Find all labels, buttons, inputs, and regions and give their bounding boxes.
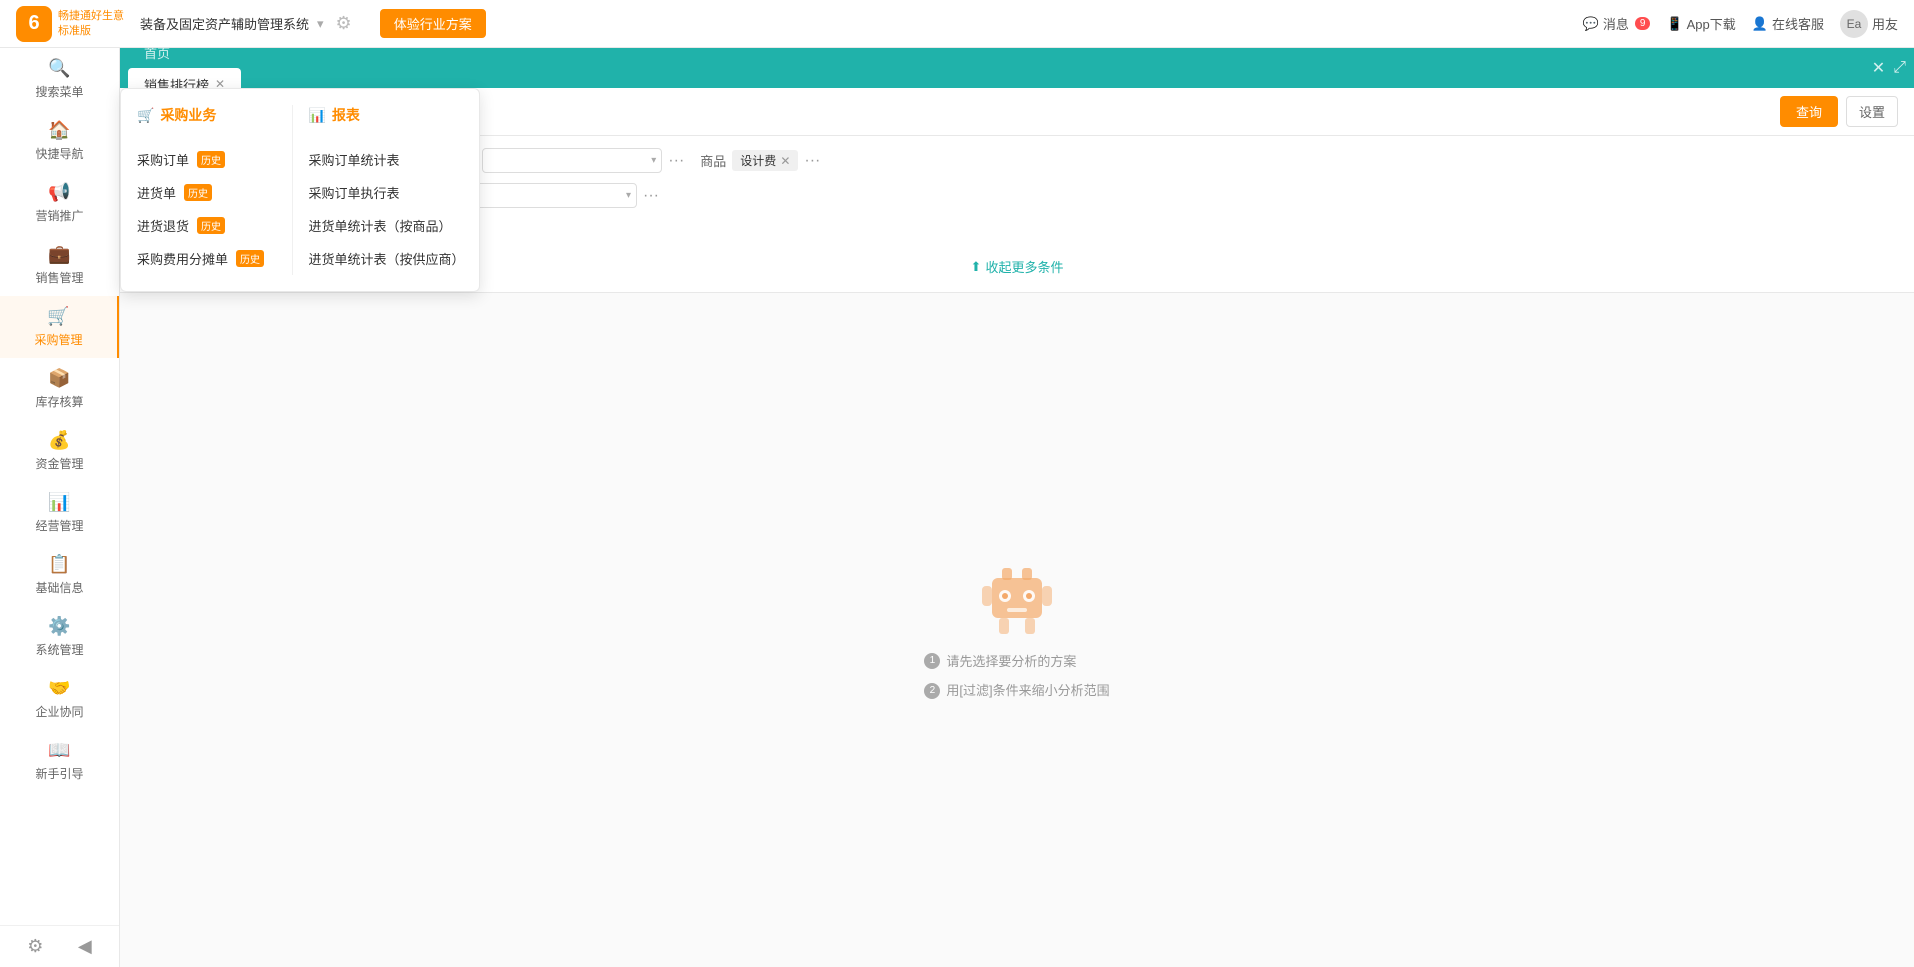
query-button[interactable]: 查询 [1780,96,1838,127]
system-title: 装备及固定资产辅助管理系统 ▾ ⚙ [140,13,356,34]
fullscreen-icon[interactable]: ⤢ [1893,59,1906,77]
settings-button[interactable]: 设置 [1846,96,1898,127]
logo-text: 畅捷通好生意 标准版 [58,9,124,38]
doc-status-dots[interactable]: ··· [668,152,684,170]
dropdown-col1-item-0[interactable]: 采购订单历史 [137,143,292,176]
dropdown-col2-item-0[interactable]: 采购订单统计表 [309,143,464,176]
sidebar-item-11[interactable]: 📖新手引导 [0,730,119,792]
dropdown-col2-item-1[interactable]: 采购订单执行表 [309,176,464,209]
dropdown-col1-items: 采购订单历史进货单历史进货退货历史采购费用分摊单历史 [137,143,292,275]
dropdown-col1-item-1[interactable]: 进货单历史 [137,176,292,209]
tab-0[interactable]: 首页 [128,48,241,68]
messages-button[interactable]: 💬 消息 9 [1583,14,1651,33]
collapse-sidebar-icon[interactable]: ◀ [78,936,92,957]
dropdown-menu: 🛒 采购业务 采购订单历史进货单历史进货退货历史采购费用分摊单历史 📊 报表 采… [120,88,480,292]
top-bar: 6 畅捷通好生意 标准版 装备及固定资产辅助管理系统 ▾ ⚙ 体验行业方案 💬 … [0,0,1914,48]
online-service-button[interactable]: 👤 在线客服 [1752,14,1824,33]
doc-status-select[interactable] [482,148,662,173]
sidebar-items: 🔍搜索菜单🏠快捷导航📢营销推广💼销售管理🛒采购管理📦库存核算💰资金管理📊经营管理… [0,48,119,792]
logo-icon: 6 [16,6,52,42]
goods-filter: 商品 设计费 ✕ ··· [700,150,820,171]
avatar: Ea [1840,10,1868,38]
sidebar-item-8[interactable]: 📋基础信息 [0,544,119,606]
dropdown-col2-title: 📊 报表 [309,105,464,131]
sidebar-bottom: ⚙ ◀ [0,925,119,967]
goods-tag: 设计费 ✕ [732,150,798,171]
sidebar-item-4[interactable]: 🛒采购管理 [0,296,119,358]
toolbar-right: 查询 设置 [1780,96,1898,127]
sidebar-item-0[interactable]: 🔍搜索菜单 [0,48,119,110]
user-menu[interactable]: Ea 用友 [1840,10,1898,38]
sidebar-item-3[interactable]: 💼销售管理 [0,234,119,296]
goods-tag-close[interactable]: ✕ [780,154,790,168]
sidebar-item-1[interactable]: 🏠快捷导航 [0,110,119,172]
trial-button[interactable]: 体验行业方案 [380,9,486,38]
content-main: 1 请先选择要分析的方案 2 用[过滤]条件来缩小分析范围 [120,293,1914,967]
tab-bar-right: ✕ ⤢ [1872,58,1906,78]
goods-dots[interactable]: ··· [804,152,820,170]
sidebar-item-9[interactable]: ⚙️系统管理 [0,606,119,668]
dropdown-col1-item-2[interactable]: 进货退货历史 [137,209,292,242]
sidebar-item-7[interactable]: 📊经营管理 [0,482,119,544]
collapse-button[interactable]: ⬆ 收起更多条件 [971,253,1064,280]
empty-state: 1 请先选择要分析的方案 2 用[过滤]条件来缩小分析范围 [924,558,1109,703]
top-bar-right: 💬 消息 9 📱 App下载 👤 在线客服 Ea 用友 [1583,10,1898,38]
salesperson-select-wrapper [457,183,637,208]
empty-text: 1 请先选择要分析的方案 2 用[过滤]条件来缩小分析范围 [924,650,1109,703]
close-tab-icon[interactable]: ✕ [1872,58,1885,78]
dropdown-col1-title: 🛒 采购业务 [137,105,292,131]
sidebar-item-2[interactable]: 📢营销推广 [0,172,119,234]
app-download-button[interactable]: 📱 App下载 [1666,14,1735,33]
dropdown-col2-item-2[interactable]: 进货单统计表（按商品） [309,209,464,242]
dropdown-col2-item-3[interactable]: 进货单统计表（按供应商） [309,242,464,275]
dropdown-col-1: 🛒 采购业务 采购订单历史进货单历史进货退货历史采购费用分摊单历史 [137,105,292,275]
sidebar-item-6[interactable]: 💰资金管理 [0,420,119,482]
app-container: 6 畅捷通好生意 标准版 装备及固定资产辅助管理系统 ▾ ⚙ 体验行业方案 💬 … [0,0,1914,967]
salesperson-dots[interactable]: ··· [643,187,659,205]
dropdown-col2-items: 采购订单统计表采购订单执行表进货单统计表（按商品）进货单统计表（按供应商） [309,143,464,275]
settings-icon[interactable]: ⚙ [27,936,43,957]
sidebar: 🔍搜索菜单🏠快捷导航📢营销推广💼销售管理🛒采购管理📦库存核算💰资金管理📊经营管理… [0,48,120,967]
tab-bar: 首页销售排行榜✕ ✕ ⤢ [120,48,1914,88]
doc-status-select-wrapper [482,148,662,173]
sidebar-item-5[interactable]: 📦库存核算 [0,358,119,420]
salesperson-select[interactable] [457,183,637,208]
logo: 6 畅捷通好生意 标准版 [16,6,124,42]
dropdown-col1-item-3[interactable]: 采购费用分摊单历史 [137,242,292,275]
dropdown-col-2: 📊 报表 采购订单统计表采购订单执行表进货单统计表（按商品）进货单统计表（按供应… [292,105,464,275]
sidebar-item-10[interactable]: 🤝企业协同 [0,668,119,730]
empty-icon [967,558,1067,638]
